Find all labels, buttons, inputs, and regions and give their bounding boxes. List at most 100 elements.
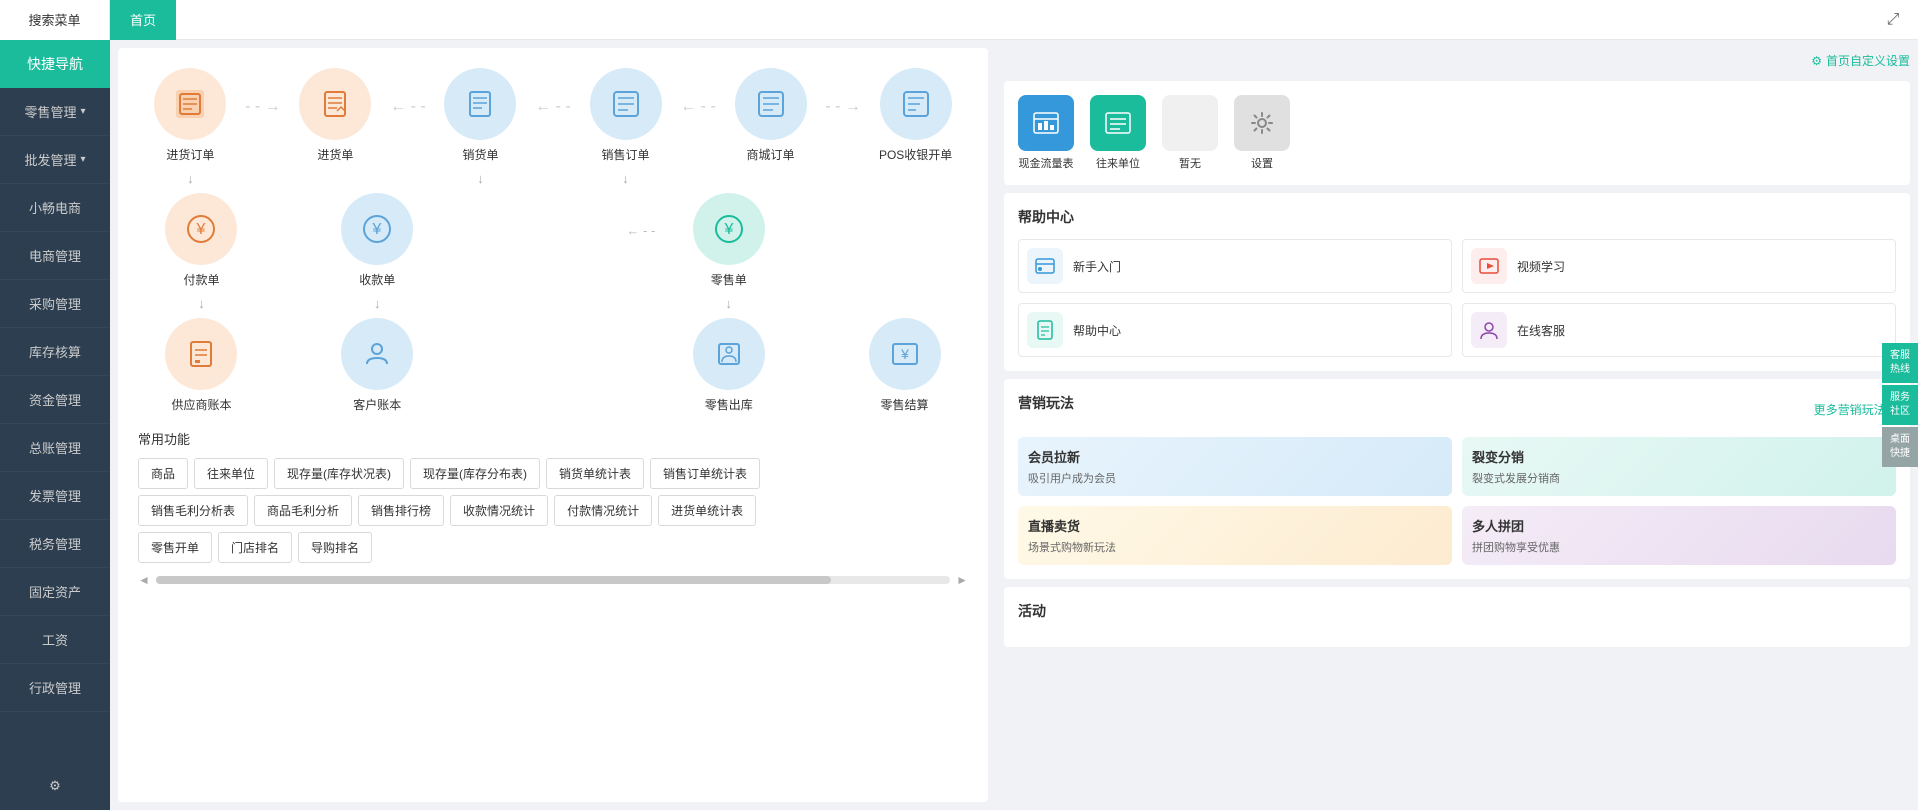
- func-btn-sales-stat[interactable]: 销货单统计表: [546, 458, 644, 489]
- none-label: 暂无: [1179, 155, 1201, 171]
- quick-icons-row: 现金流量表 往来单位: [1018, 95, 1896, 171]
- func-btn-stock-status[interactable]: 现存量(库存状况表): [274, 458, 404, 489]
- arrow-left-icon-2: ← - -: [533, 68, 573, 116]
- help-center-section: 帮助中心 新手入门: [1004, 193, 1910, 371]
- partner-label: 往来单位: [1096, 155, 1140, 171]
- flow-node-retail-out[interactable]: 零售出库: [665, 318, 792, 413]
- retail-icon: ¥: [693, 193, 765, 265]
- flow-node-purchase[interactable]: 进货单: [283, 68, 388, 163]
- scroll-right-button[interactable]: ►: [956, 573, 968, 587]
- mall-order-icon: [735, 68, 807, 140]
- sidebar-item-ecommerce[interactable]: 电商管理: [0, 232, 110, 280]
- func-btn-retail-order[interactable]: 零售开单: [138, 532, 212, 563]
- marketing-dist-title: 裂变分销: [1472, 447, 1886, 466]
- func-btn-stock-dist[interactable]: 现存量(库存分布表): [410, 458, 540, 489]
- service-label: 在线客服: [1517, 322, 1565, 339]
- sidebar-item-tax[interactable]: 税务管理: [0, 520, 110, 568]
- retail-settle-icon: ¥: [869, 318, 941, 390]
- sidebar-item-retail[interactable]: 零售管理 ▾: [0, 88, 110, 136]
- quick-icon-settings[interactable]: 设置: [1234, 95, 1290, 171]
- quick-icon-partner[interactable]: 往来单位: [1090, 95, 1146, 171]
- side-btn-community[interactable]: 服务社区: [1882, 385, 1918, 425]
- help-item-beginner[interactable]: 新手入门: [1018, 239, 1452, 293]
- quick-nav-label: 快捷导航: [27, 54, 83, 74]
- scroll-thumb: [156, 576, 831, 584]
- fullscreen-button[interactable]: ⤢: [1878, 5, 1908, 35]
- horizontal-scrollbar: ◄ ►: [138, 569, 968, 591]
- search-menu-button[interactable]: 搜索菜单: [0, 0, 110, 40]
- sidebar-item-fixed-assets[interactable]: 固定资产: [0, 568, 110, 616]
- sidebar-item-finance[interactable]: 资金管理: [0, 376, 110, 424]
- func-btn-purchase-stat[interactable]: 进货单统计表: [658, 495, 756, 526]
- flow-node-payment[interactable]: ¥ 付款单: [138, 193, 265, 288]
- flow-node-receipt[interactable]: ¥ 收款单: [314, 193, 441, 288]
- common-functions-title: 常用功能: [138, 429, 968, 448]
- sidebar-label-fixed-assets: 固定资产: [29, 582, 81, 601]
- purchase-icon: [299, 68, 371, 140]
- flow-node-retail[interactable]: ¥ 零售单: [665, 193, 792, 288]
- flow-panel: 进货订单 - - →: [118, 48, 988, 802]
- sidebar-item-ledger[interactable]: 总账管理: [0, 424, 110, 472]
- flow-node-retail-settle[interactable]: ¥ 零售结算: [841, 318, 968, 413]
- settings-button[interactable]: ⚙: [0, 762, 110, 810]
- func-btn-store-rank[interactable]: 门店排名: [218, 532, 292, 563]
- marketing-item-distribution[interactable]: 裂变分销 裂变式发展分销商: [1462, 437, 1896, 496]
- quick-icon-none[interactable]: 暂无: [1162, 95, 1218, 171]
- marketing-group-desc: 拼团购物享受优惠: [1472, 539, 1886, 555]
- sidebar-item-quick-nav[interactable]: 快捷导航: [0, 40, 110, 88]
- sidebar: 快捷导航 零售管理 ▾ 批发管理 ▾ 小畅电商 电商管理 采购管理 库存核算 资…: [0, 40, 110, 810]
- scroll-track[interactable]: [156, 576, 950, 584]
- customize-header[interactable]: ⚙ 首页自定义设置: [1004, 48, 1910, 73]
- pos-icon: [880, 68, 952, 140]
- flow-node-customer-ledger[interactable]: 客户账本: [314, 318, 441, 413]
- help-item-service[interactable]: 在线客服: [1462, 303, 1896, 357]
- sidebar-label-retail: 零售管理: [24, 102, 76, 121]
- func-btn-sales-profit[interactable]: 销售毛利分析表: [138, 495, 248, 526]
- sidebar-item-xiaochang[interactable]: 小畅电商: [0, 184, 110, 232]
- quick-icon-cash-flow[interactable]: 现金流量表: [1018, 95, 1074, 171]
- flow-node-sales-order[interactable]: 销售订单: [573, 68, 678, 163]
- sidebar-label-ledger: 总账管理: [29, 438, 81, 457]
- sidebar-item-admin[interactable]: 行政管理: [0, 664, 110, 712]
- flow-node-purchase-order[interactable]: 进货订单: [138, 68, 243, 163]
- func-btn-guide-rank[interactable]: 导购排名: [298, 532, 372, 563]
- func-btn-payment-stat[interactable]: 付款情况统计: [554, 495, 652, 526]
- func-btn-sales-rank[interactable]: 销售排行榜: [358, 495, 444, 526]
- flow-node-pos[interactable]: POS收银开单: [863, 68, 968, 163]
- help-item-help[interactable]: 帮助中心: [1018, 303, 1452, 357]
- func-btn-goods-profit[interactable]: 商品毛利分析: [254, 495, 352, 526]
- side-btn-desktop[interactable]: 桌面快捷: [1882, 427, 1918, 467]
- scroll-left-button[interactable]: ◄: [138, 573, 150, 587]
- func-btn-goods[interactable]: 商品: [138, 458, 188, 489]
- tab-home[interactable]: 首页: [110, 0, 176, 40]
- flow-node-mall-order[interactable]: 商城订单: [718, 68, 823, 163]
- func-btn-partner[interactable]: 往来单位: [194, 458, 268, 489]
- arrow-right-icon-2: - - →: [823, 68, 863, 116]
- func-row-3: 零售开单 门店排名 导购排名: [138, 532, 968, 563]
- sidebar-item-wholesale[interactable]: 批发管理 ▾: [0, 136, 110, 184]
- sidebar-item-salary[interactable]: 工资: [0, 616, 110, 664]
- marketing-title: 营销玩法: [1018, 393, 1074, 413]
- flow-node-supplier-ledger[interactable]: 供应商账本: [138, 318, 265, 413]
- func-btn-receipt-stat[interactable]: 收款情况统计: [450, 495, 548, 526]
- svg-text:¥: ¥: [196, 221, 206, 238]
- purchase-order-icon: [154, 68, 226, 140]
- cash-flow-label: 现金流量表: [1019, 155, 1074, 171]
- sidebar-label-finance: 资金管理: [29, 390, 81, 409]
- marketing-grid: 会员拉新 吸引用户成为会员 裂变分销 裂变式发展分销商 直播卖货 场景式购物新玩…: [1018, 437, 1896, 565]
- sidebar-item-inventory[interactable]: 库存核算: [0, 328, 110, 376]
- help-item-video[interactable]: 视频学习: [1462, 239, 1896, 293]
- marketing-item-live[interactable]: 直播卖货 场景式购物新玩法: [1018, 506, 1452, 565]
- flow-node-sales[interactable]: 销货单: [428, 68, 533, 163]
- beginner-label: 新手入门: [1073, 258, 1121, 275]
- marketing-item-group[interactable]: 多人拼团 拼团购物享受优惠: [1462, 506, 1896, 565]
- node-label-purchase: 进货单: [317, 146, 353, 163]
- service-icon: [1471, 312, 1507, 348]
- sidebar-item-procurement[interactable]: 采购管理: [0, 280, 110, 328]
- cash-flow-icon: [1018, 95, 1074, 151]
- sidebar-item-invoice[interactable]: 发票管理: [0, 472, 110, 520]
- marketing-item-member[interactable]: 会员拉新 吸引用户成为会员: [1018, 437, 1452, 496]
- quick-access-section: 现金流量表 往来单位: [1004, 81, 1910, 185]
- side-btn-service[interactable]: 客服热线: [1882, 343, 1918, 383]
- func-btn-sales-order-stat[interactable]: 销售订单统计表: [650, 458, 760, 489]
